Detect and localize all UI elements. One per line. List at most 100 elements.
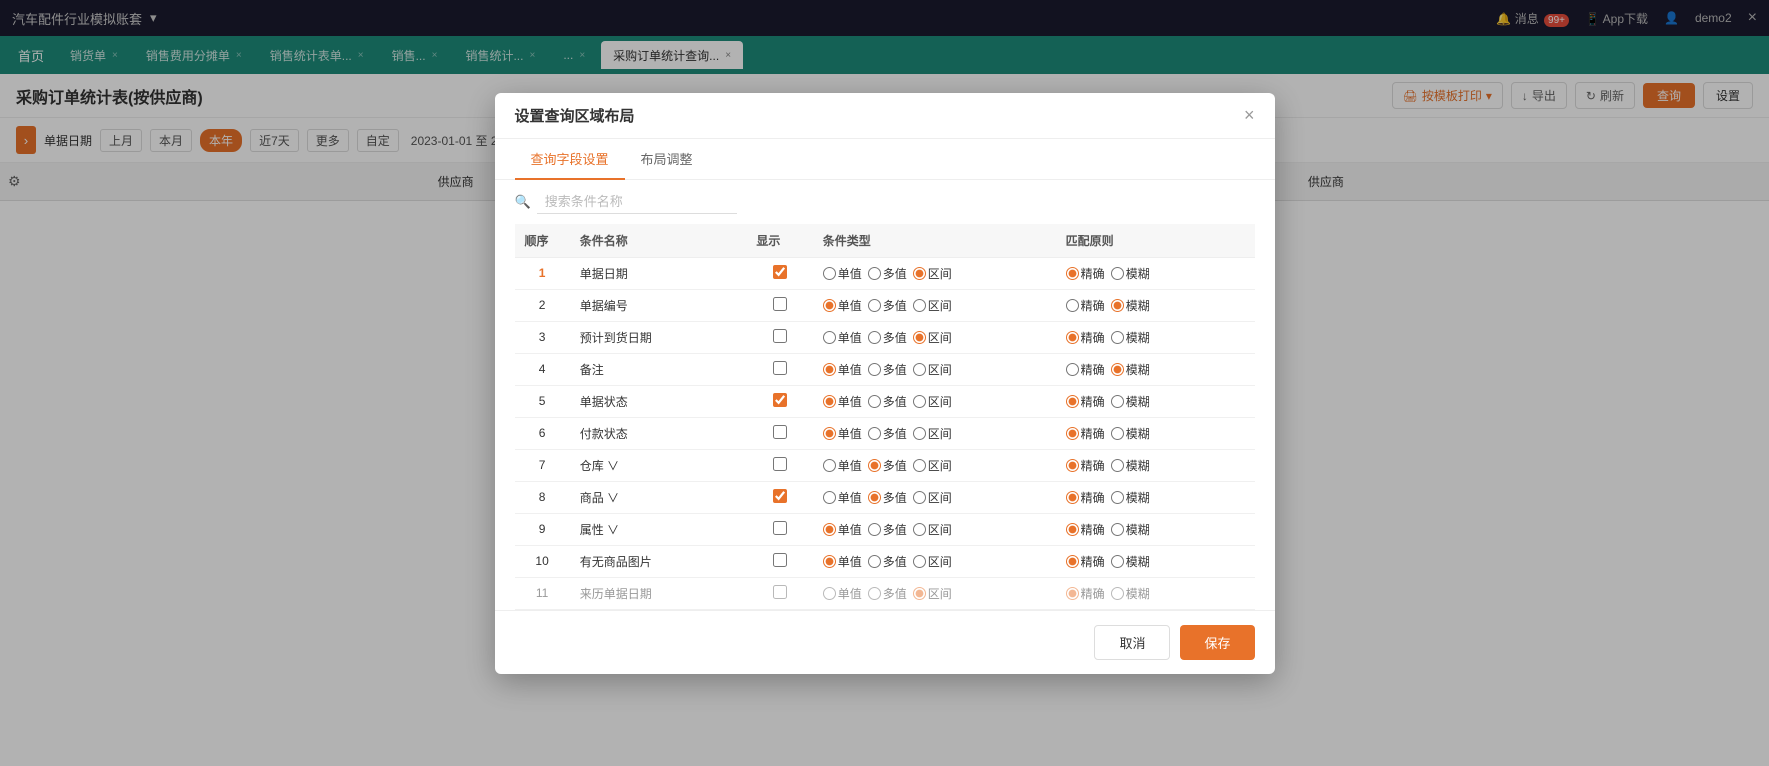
dialog-tab-query-fields[interactable]: 查询字段设置 xyxy=(515,139,625,180)
type-option-range-4[interactable]: 区间 xyxy=(913,361,952,378)
dialog-table-body: 1单据日期单值多值区间精确模糊2单据编号单值多值区间精确模糊3预计到货日期单值多… xyxy=(515,257,1255,609)
type-option-single-11[interactable]: 单值 xyxy=(823,585,862,602)
type-option-multi-10[interactable]: 多值 xyxy=(868,553,907,570)
order-number-2: 2 xyxy=(539,298,546,312)
dialog-tabs: 查询字段设置 布局调整 xyxy=(495,139,1275,180)
dialog-header: 设置查询区域布局 × xyxy=(495,93,1275,139)
table-row: 9属性 ∨单值多值区间精确模糊 xyxy=(515,513,1255,545)
match-option-fuzzy-2[interactable]: 模糊 xyxy=(1111,297,1150,314)
type-option-range-10[interactable]: 区间 xyxy=(913,553,952,570)
search-input[interactable] xyxy=(537,190,737,214)
condition-name-11: 来历单据日期 xyxy=(570,577,747,609)
display-checkbox-10[interactable] xyxy=(773,553,787,567)
match-option-exact-2[interactable]: 精确 xyxy=(1066,297,1105,314)
match-option-exact-9[interactable]: 精确 xyxy=(1066,521,1105,538)
match-option-exact-7[interactable]: 精确 xyxy=(1066,457,1105,474)
type-option-single-2[interactable]: 单值 xyxy=(823,297,862,314)
table-row: 6付款状态单值多值区间精确模糊 xyxy=(515,417,1255,449)
display-cell-9 xyxy=(746,513,812,545)
type-option-multi-11[interactable]: 多值 xyxy=(868,585,907,602)
match-option-fuzzy-11[interactable]: 模糊 xyxy=(1111,585,1150,602)
type-option-range-1[interactable]: 区间 xyxy=(913,265,952,282)
th-match: 匹配原则 xyxy=(1056,224,1255,258)
display-checkbox-5[interactable] xyxy=(773,393,787,407)
display-checkbox-7[interactable] xyxy=(773,457,787,471)
type-option-range-9[interactable]: 区间 xyxy=(913,521,952,538)
type-option-single-5[interactable]: 单值 xyxy=(823,393,862,410)
type-option-single-4[interactable]: 单值 xyxy=(823,361,862,378)
display-cell-5 xyxy=(746,385,812,417)
match-cell-3: 精确模糊 xyxy=(1056,321,1255,353)
match-option-fuzzy-7[interactable]: 模糊 xyxy=(1111,457,1150,474)
dialog-tab-layout[interactable]: 布局调整 xyxy=(625,139,709,180)
type-option-multi-1[interactable]: 多值 xyxy=(868,265,907,282)
type-cell-8: 单值多值区间 xyxy=(813,481,1056,513)
dialog-table: 顺序 条件名称 显示 条件类型 匹配原则 1单据日期单值多值区间精确模糊2单据编… xyxy=(515,224,1255,610)
type-cell-5: 单值多值区间 xyxy=(813,385,1056,417)
table-row: 11来历单据日期单值多值区间精确模糊 xyxy=(515,577,1255,609)
display-checkbox-8[interactable] xyxy=(773,489,787,503)
match-option-fuzzy-5[interactable]: 模糊 xyxy=(1111,393,1150,410)
th-name: 条件名称 xyxy=(570,224,747,258)
match-option-exact-3[interactable]: 精确 xyxy=(1066,329,1105,346)
type-option-multi-2[interactable]: 多值 xyxy=(868,297,907,314)
type-cell-11: 单值多值区间 xyxy=(813,577,1056,609)
display-checkbox-11[interactable] xyxy=(773,585,787,599)
type-option-single-6[interactable]: 单值 xyxy=(823,425,862,442)
th-order: 顺序 xyxy=(515,224,570,258)
match-option-fuzzy-4[interactable]: 模糊 xyxy=(1111,361,1150,378)
type-option-multi-3[interactable]: 多值 xyxy=(868,329,907,346)
type-option-range-8[interactable]: 区间 xyxy=(913,489,952,506)
type-option-range-2[interactable]: 区间 xyxy=(913,297,952,314)
match-option-exact-6[interactable]: 精确 xyxy=(1066,425,1105,442)
type-option-range-3[interactable]: 区间 xyxy=(913,329,952,346)
table-row: 2单据编号单值多值区间精确模糊 xyxy=(515,289,1255,321)
type-option-single-8[interactable]: 单值 xyxy=(823,489,862,506)
type-option-single-7[interactable]: 单值 xyxy=(823,457,862,474)
type-option-range-11[interactable]: 区间 xyxy=(913,585,952,602)
display-checkbox-9[interactable] xyxy=(773,521,787,535)
type-option-multi-7[interactable]: 多值 xyxy=(868,457,907,474)
match-cell-4: 精确模糊 xyxy=(1056,353,1255,385)
match-option-fuzzy-3[interactable]: 模糊 xyxy=(1111,329,1150,346)
match-option-fuzzy-8[interactable]: 模糊 xyxy=(1111,489,1150,506)
match-option-exact-8[interactable]: 精确 xyxy=(1066,489,1105,506)
match-cell-6: 精确模糊 xyxy=(1056,417,1255,449)
order-number-1: 1 xyxy=(539,266,546,280)
type-option-multi-6[interactable]: 多值 xyxy=(868,425,907,442)
display-checkbox-3[interactable] xyxy=(773,329,787,343)
match-option-fuzzy-10[interactable]: 模糊 xyxy=(1111,553,1150,570)
type-option-range-6[interactable]: 区间 xyxy=(913,425,952,442)
match-option-fuzzy-6[interactable]: 模糊 xyxy=(1111,425,1150,442)
match-option-fuzzy-9[interactable]: 模糊 xyxy=(1111,521,1150,538)
type-option-single-9[interactable]: 单值 xyxy=(823,521,862,538)
condition-name-10: 有无商品图片 xyxy=(570,545,747,577)
type-option-multi-8[interactable]: 多值 xyxy=(868,489,907,506)
type-option-multi-4[interactable]: 多值 xyxy=(868,361,907,378)
type-option-single-3[interactable]: 单值 xyxy=(823,329,862,346)
match-option-exact-5[interactable]: 精确 xyxy=(1066,393,1105,410)
match-option-exact-1[interactable]: 精确 xyxy=(1066,265,1105,282)
match-option-exact-10[interactable]: 精确 xyxy=(1066,553,1105,570)
type-option-range-5[interactable]: 区间 xyxy=(913,393,952,410)
cancel-button[interactable]: 取消 xyxy=(1094,625,1170,660)
match-option-exact-4[interactable]: 精确 xyxy=(1066,361,1105,378)
dialog: 设置查询区域布局 × 查询字段设置 布局调整 🔍 顺序 条件名称 显示 条件类型… xyxy=(495,93,1275,674)
save-button[interactable]: 保存 xyxy=(1180,625,1254,660)
match-option-fuzzy-1[interactable]: 模糊 xyxy=(1111,265,1150,282)
display-checkbox-2[interactable] xyxy=(773,297,787,311)
type-option-multi-9[interactable]: 多值 xyxy=(868,521,907,538)
table-row: 7仓库 ∨单值多值区间精确模糊 xyxy=(515,449,1255,481)
display-checkbox-6[interactable] xyxy=(773,425,787,439)
condition-name-5: 单据状态 xyxy=(570,385,747,417)
type-option-multi-5[interactable]: 多值 xyxy=(868,393,907,410)
match-option-exact-11[interactable]: 精确 xyxy=(1066,585,1105,602)
type-option-single-10[interactable]: 单值 xyxy=(823,553,862,570)
dialog-close-button[interactable]: × xyxy=(1244,105,1255,126)
display-cell-10 xyxy=(746,545,812,577)
type-option-range-7[interactable]: 区间 xyxy=(913,457,952,474)
match-cell-5: 精确模糊 xyxy=(1056,385,1255,417)
display-checkbox-4[interactable] xyxy=(773,361,787,375)
display-checkbox-1[interactable] xyxy=(773,265,787,279)
type-option-single-1[interactable]: 单值 xyxy=(823,265,862,282)
